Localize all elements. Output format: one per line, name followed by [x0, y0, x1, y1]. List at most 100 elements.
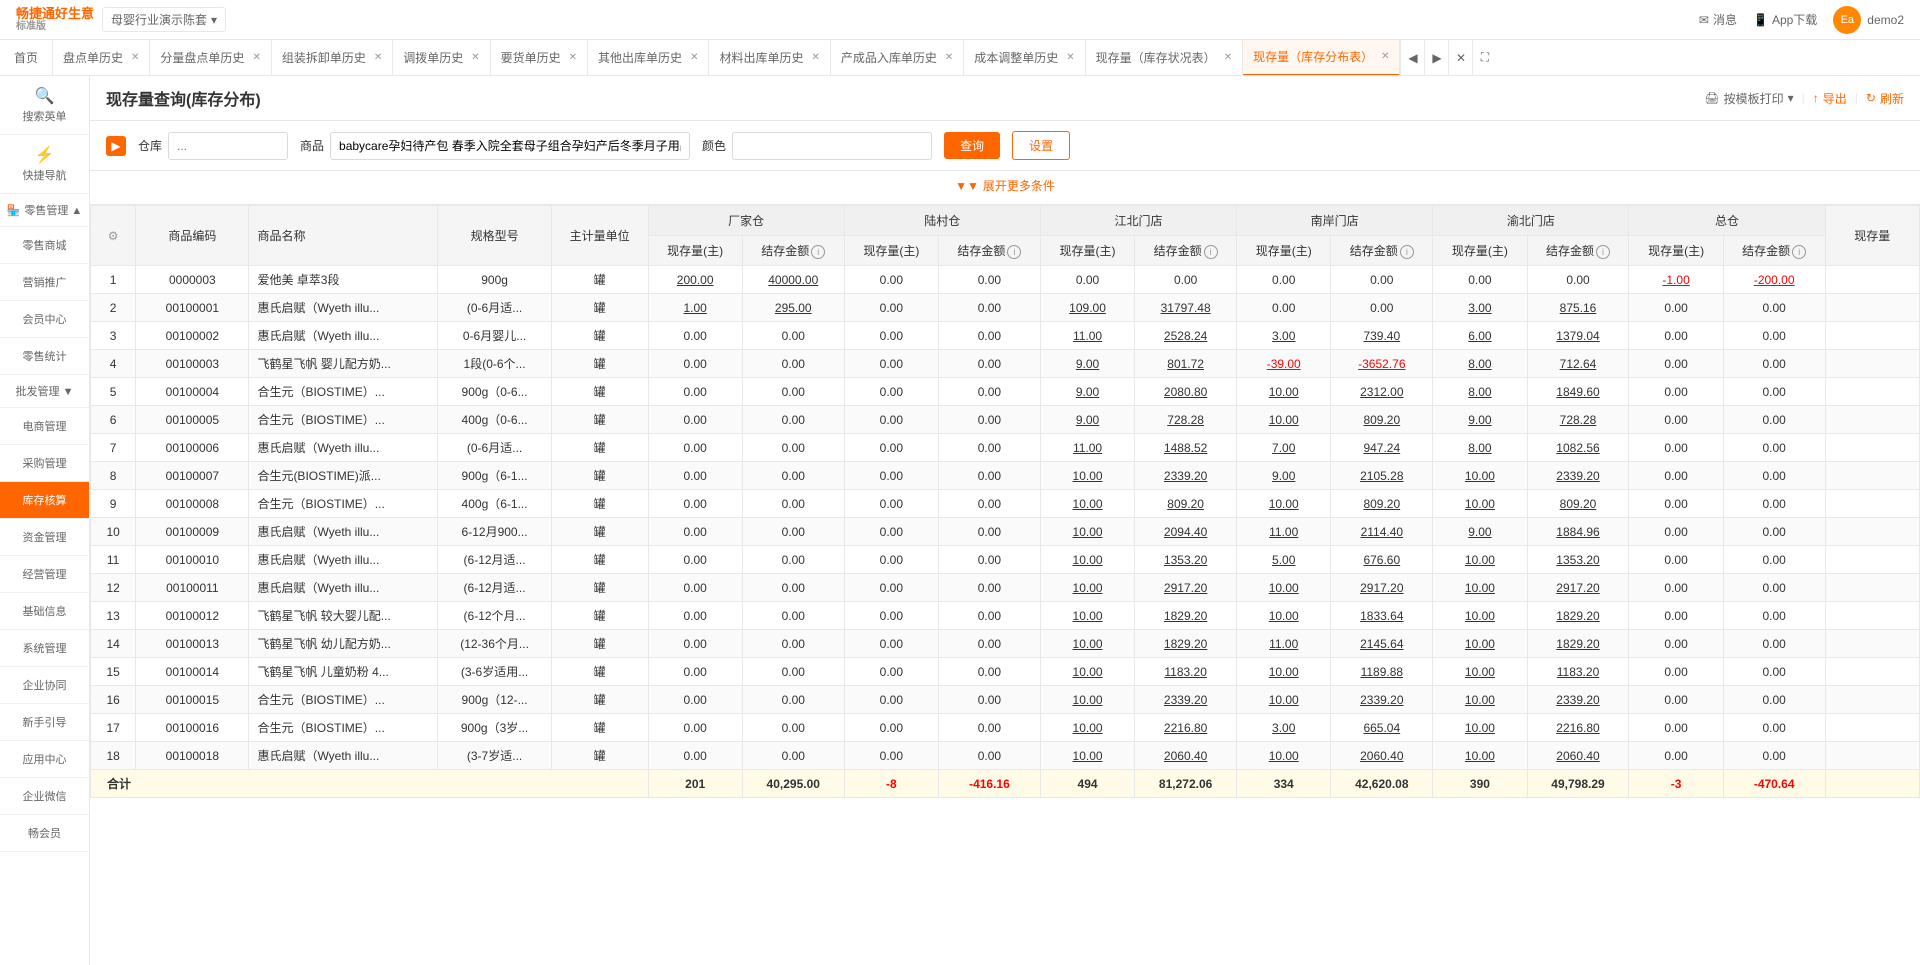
info-icon[interactable]: i	[1792, 245, 1806, 259]
cell-wh-8[interactable]: 10.00	[1433, 714, 1527, 742]
tab-pandian[interactable]: 盘点单历史✕	[53, 40, 150, 76]
cell-wh-6[interactable]: 10.00	[1237, 602, 1331, 630]
close-icon[interactable]: ✕	[374, 52, 382, 63]
tab-cailiaochu[interactable]: 材料出库单历史✕	[709, 40, 830, 76]
cell-wh-9[interactable]: 1829.20	[1527, 630, 1629, 658]
close-icon[interactable]: ✕	[471, 52, 479, 63]
close-icon[interactable]: ✕	[131, 52, 139, 63]
cell-wh-8[interactable]: 10.00	[1433, 630, 1527, 658]
cell-wh-6[interactable]: 3.00	[1237, 714, 1331, 742]
tab-zuhe[interactable]: 组装拆卸单历史✕	[272, 40, 393, 76]
collapse-btn[interactable]: ▶	[106, 136, 126, 156]
sidebar-item-finance[interactable]: 资金管理	[0, 519, 89, 556]
cell-wh-4[interactable]: 10.00	[1040, 462, 1134, 490]
cell-wh-8[interactable]: 10.00	[1433, 490, 1527, 518]
cell-wh-4[interactable]: 10.00	[1040, 490, 1134, 518]
cell-wh-6[interactable]: 10.00	[1237, 406, 1331, 434]
cell-wh-5[interactable]: 809.20	[1135, 490, 1237, 518]
close-icon[interactable]: ✕	[811, 52, 819, 63]
cell-wh-7[interactable]: 2917.20	[1331, 574, 1433, 602]
cell-wh-5[interactable]: 1488.52	[1135, 434, 1237, 462]
user-info[interactable]: Ea demo2	[1833, 6, 1904, 34]
cell-wh-6[interactable]: 9.00	[1237, 462, 1331, 490]
cell-wh-8[interactable]: 10.00	[1433, 742, 1527, 770]
cell-wh-10[interactable]: -1.00	[1629, 266, 1723, 294]
goods-input[interactable]	[330, 132, 690, 160]
cell-wh-6[interactable]: 10.00	[1237, 378, 1331, 406]
cell-wh-9[interactable]: 2060.40	[1527, 742, 1629, 770]
close-icon[interactable]: ✕	[1381, 51, 1389, 62]
info-icon[interactable]: i	[1596, 245, 1610, 259]
info-icon[interactable]: i	[811, 245, 825, 259]
sidebar-item-mall[interactable]: 零售商城	[0, 227, 89, 264]
cell-wh-8[interactable]: 9.00	[1433, 406, 1527, 434]
cell-wh-6[interactable]: 10.00	[1237, 686, 1331, 714]
gear-icon[interactable]: ⚙	[108, 229, 119, 243]
close-icon[interactable]: ✕	[1066, 52, 1074, 63]
cell-wh-4[interactable]: 10.00	[1040, 518, 1134, 546]
sidebar-item-apps[interactable]: 应用中心	[0, 741, 89, 778]
info-icon[interactable]: i	[1204, 245, 1218, 259]
expand-conditions-btn[interactable]: ▼▼ 展开更多条件	[106, 173, 1904, 198]
close-icon[interactable]: ✕	[945, 52, 953, 63]
cell-wh-9[interactable]: 1849.60	[1527, 378, 1629, 406]
cell-wh-0[interactable]: 1.00	[648, 294, 742, 322]
cell-wh-9[interactable]: 1082.56	[1527, 434, 1629, 462]
cell-wh-4[interactable]: 10.00	[1040, 658, 1134, 686]
cell-wh-1[interactable]: 40000.00	[742, 266, 844, 294]
cell-wh-7[interactable]: 676.60	[1331, 546, 1433, 574]
info-icon[interactable]: i	[1400, 245, 1414, 259]
cell-wh-7[interactable]: 809.20	[1331, 406, 1433, 434]
cell-wh-6[interactable]: 11.00	[1237, 518, 1331, 546]
cell-wh-4[interactable]: 10.00	[1040, 546, 1134, 574]
cell-wh-5[interactable]: 801.72	[1135, 350, 1237, 378]
cell-wh-5[interactable]: 31797.48	[1135, 294, 1237, 322]
cell-wh-4[interactable]: 10.00	[1040, 686, 1134, 714]
cell-wh-9[interactable]: 2917.20	[1527, 574, 1629, 602]
tab-chengpin[interactable]: 产成品入库单历史✕	[831, 40, 964, 76]
cell-wh-4[interactable]: 9.00	[1040, 378, 1134, 406]
print-btn[interactable]: 🖨 按模板打印 ▾	[1704, 90, 1793, 107]
cell-wh-5[interactable]: 1353.20	[1135, 546, 1237, 574]
sidebar-item-retail[interactable]: 🏪 零售管理 ▲	[0, 194, 89, 227]
query-button[interactable]: 查询	[944, 132, 1000, 159]
tab-yaohuo[interactable]: 要货单历史✕	[491, 40, 588, 76]
cell-wh-9[interactable]: 1379.04	[1527, 322, 1629, 350]
cell-wh-9[interactable]: 728.28	[1527, 406, 1629, 434]
cell-wh-4[interactable]: 9.00	[1040, 406, 1134, 434]
cell-wh-7[interactable]: 947.24	[1331, 434, 1433, 462]
cell-wh-7[interactable]: 2339.20	[1331, 686, 1433, 714]
cell-wh-7[interactable]: -3652.76	[1331, 350, 1433, 378]
cell-wh-4[interactable]: 10.00	[1040, 602, 1134, 630]
cell-wh-4[interactable]: 10.00	[1040, 630, 1134, 658]
cell-wh-5[interactable]: 1183.20	[1135, 658, 1237, 686]
cell-wh-5[interactable]: 1829.20	[1135, 602, 1237, 630]
cell-wh-9[interactable]: 2339.20	[1527, 462, 1629, 490]
cell-wh-6[interactable]: 10.00	[1237, 490, 1331, 518]
tab-diaobopan[interactable]: 调拨单历史✕	[393, 40, 490, 76]
cell-wh-7[interactable]: 1189.88	[1331, 658, 1433, 686]
cell-wh-6[interactable]: 7.00	[1237, 434, 1331, 462]
cell-wh-9[interactable]: 1829.20	[1527, 602, 1629, 630]
close-icon[interactable]: ✕	[252, 52, 260, 63]
sidebar-item-wholesale[interactable]: 批发管理 ▼	[0, 375, 89, 408]
sidebar-item-stats[interactable]: 零售统计	[0, 338, 89, 375]
tab-next-btn[interactable]: ▶	[1424, 40, 1448, 76]
cell-wh-8[interactable]: 10.00	[1433, 574, 1527, 602]
cell-wh-7[interactable]: 2060.40	[1331, 742, 1433, 770]
cell-wh-8[interactable]: 8.00	[1433, 434, 1527, 462]
sidebar-item-member[interactable]: 会员中心	[0, 301, 89, 338]
tab-qita[interactable]: 其他出库单历史✕	[588, 40, 709, 76]
cell-wh-8[interactable]: 6.00	[1433, 322, 1527, 350]
close-icon[interactable]: ✕	[690, 52, 698, 63]
color-input[interactable]	[732, 132, 932, 160]
cell-wh-7[interactable]: 2312.00	[1331, 378, 1433, 406]
cell-wh-5[interactable]: 2060.40	[1135, 742, 1237, 770]
cell-wh-9[interactable]: 2339.20	[1527, 686, 1629, 714]
sidebar-item-ecom[interactable]: 电商管理	[0, 408, 89, 445]
cell-wh-8[interactable]: 9.00	[1433, 518, 1527, 546]
sidebar-item-inventory[interactable]: 库存核算	[0, 482, 89, 519]
cell-wh-8[interactable]: 10.00	[1433, 462, 1527, 490]
tab-home[interactable]: 首页	[0, 40, 53, 76]
export-btn[interactable]: ↑ 导出	[1813, 90, 1847, 107]
